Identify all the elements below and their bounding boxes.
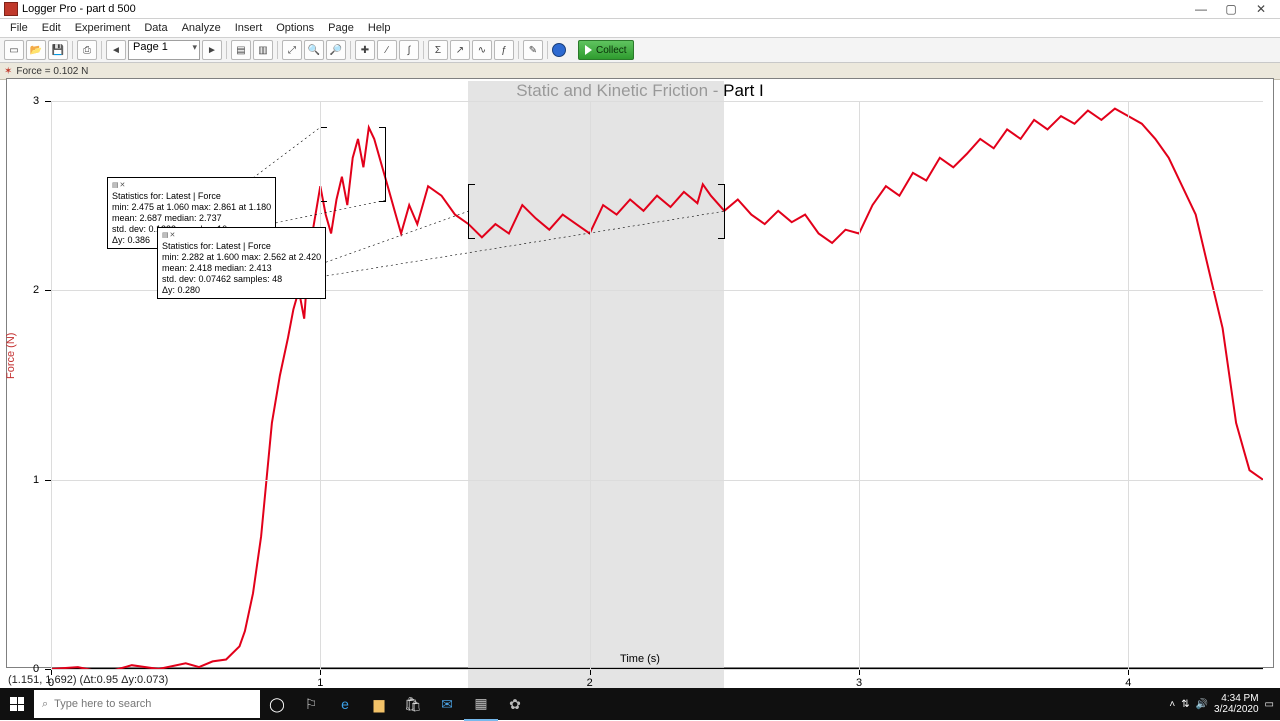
menu-page[interactable]: Page: [322, 22, 360, 34]
zoom-out-icon[interactable]: 🔎: [326, 40, 346, 60]
edge-icon[interactable]: e: [328, 688, 362, 720]
mail-icon[interactable]: ✉: [430, 688, 464, 720]
stats2-l3: std. dev: 0.07462 samples: 48: [162, 274, 321, 285]
store-run-icon[interactable]: ▥: [253, 40, 273, 60]
graph-panel[interactable]: Static and Kinetic Friction - Part I For…: [6, 78, 1274, 668]
stats-icon[interactable]: Σ: [428, 40, 448, 60]
store-icon[interactable]: 🛍: [396, 688, 430, 720]
draw-prediction-icon[interactable]: ✎: [523, 40, 543, 60]
tray-chevron-icon[interactable]: ˄: [1169, 699, 1175, 710]
task-view-icon[interactable]: ◯: [260, 688, 294, 720]
y-axis-label: Force (N): [5, 333, 17, 379]
stats2-l1: min: 2.282 at 1.600 max: 2.562 at 2.420: [162, 252, 321, 263]
stats1-icons: ▤ ✕: [112, 180, 271, 191]
tray-date: 3/24/2020: [1214, 704, 1259, 715]
data-browser-icon[interactable]: ▤: [231, 40, 251, 60]
sensor-status-icon: [552, 43, 566, 57]
start-button[interactable]: [0, 688, 34, 720]
toolbar: ▭ 📂 💾 ⎙ ◄ Page 1 ► ▤ ▥ ⤢ 🔍 🔎 ✚ ∕ ∫ Σ ↗ ∿…: [0, 38, 1280, 63]
zoom-in-icon[interactable]: 🔍: [304, 40, 324, 60]
range2-right-bracket[interactable]: [718, 184, 725, 239]
stats2-l2: mean: 2.418 median: 2.413: [162, 263, 321, 274]
tray-notifications-icon[interactable]: ▭: [1265, 699, 1274, 710]
stats2-header: Statistics for: Latest | Force: [162, 241, 321, 252]
menu-analyze[interactable]: Analyze: [176, 22, 227, 34]
cortana-icon[interactable]: ⚐: [294, 688, 328, 720]
coord-readout: (1.151, 1.692) (Δt:0.95 Δy:0.073): [8, 674, 168, 686]
minimize-button[interactable]: —: [1186, 2, 1216, 16]
maximize-button[interactable]: ▢: [1216, 2, 1246, 16]
autoscale-icon[interactable]: ⤢: [282, 40, 302, 60]
collect-label: Collect: [596, 45, 627, 56]
menu-data[interactable]: Data: [138, 22, 173, 34]
titlebar: Logger Pro - part d 500 — ▢ ✕: [0, 0, 1280, 19]
menu-edit[interactable]: Edit: [36, 22, 67, 34]
sensor-reading: Force = 0.102 N: [16, 66, 88, 77]
play-icon: [585, 45, 592, 55]
system-tray[interactable]: ˄ ⇅ 🔊 4:34 PM 3/24/2020 ▭: [1163, 693, 1280, 715]
page-selector[interactable]: Page 1: [128, 40, 200, 60]
curve-fit-icon[interactable]: ∿: [472, 40, 492, 60]
menu-insert[interactable]: Insert: [229, 22, 269, 34]
search-icon: ⌕: [42, 698, 48, 711]
model-icon[interactable]: ƒ: [494, 40, 514, 60]
loggerpro-taskbar-icon[interactable]: ▦: [464, 687, 498, 721]
integral-icon[interactable]: ∫: [399, 40, 419, 60]
open-icon[interactable]: 📂: [26, 40, 46, 60]
print-icon[interactable]: ⎙: [77, 40, 97, 60]
collect-button[interactable]: Collect: [578, 40, 634, 60]
menubar: File Edit Experiment Data Analyze Insert…: [0, 19, 1280, 38]
menu-file[interactable]: File: [4, 22, 34, 34]
menu-experiment[interactable]: Experiment: [69, 22, 137, 34]
taskbar: ⌕ Type here to search ◯ ⚐ e ▆ 🛍 ✉ ▦ ✿ ˄ …: [0, 688, 1280, 720]
window-title: Logger Pro - part d 500: [22, 3, 1186, 15]
stats1-l2: mean: 2.687 median: 2.737: [112, 213, 271, 224]
tray-clock[interactable]: 4:34 PM 3/24/2020: [1214, 693, 1259, 715]
x-axis-label: Time (s): [620, 653, 660, 665]
app-icon: [4, 2, 18, 16]
linear-fit-icon[interactable]: ↗: [450, 40, 470, 60]
save-icon[interactable]: 💾: [48, 40, 68, 60]
explorer-icon[interactable]: ▆: [362, 688, 396, 720]
stats1-header: Statistics for: Latest | Force: [112, 191, 271, 202]
range1-left-bracket[interactable]: [320, 127, 327, 202]
stats2-icons: ▤ ✕: [162, 230, 321, 241]
app-icon-2[interactable]: ✿: [498, 688, 532, 720]
prev-page-icon[interactable]: ◄: [106, 40, 126, 60]
taskbar-search[interactable]: ⌕ Type here to search: [34, 690, 260, 718]
stats2-l4: Δy: 0.280: [162, 285, 321, 296]
range2-left-bracket[interactable]: [468, 184, 475, 239]
next-page-icon[interactable]: ►: [202, 40, 222, 60]
menu-help[interactable]: Help: [362, 22, 397, 34]
stats1-l1: min: 2.475 at 1.060 max: 2.861 at 1.180: [112, 202, 271, 213]
search-placeholder: Type here to search: [54, 698, 151, 710]
stats-box-2[interactable]: ▤ ✕ Statistics for: Latest | Force min: …: [157, 227, 326, 299]
close-button[interactable]: ✕: [1246, 2, 1276, 16]
new-icon[interactable]: ▭: [4, 40, 24, 60]
tray-volume-icon[interactable]: 🔊: [1196, 699, 1208, 710]
menu-options[interactable]: Options: [270, 22, 320, 34]
sensor-icon: ✶: [4, 66, 12, 77]
range1-right-bracket[interactable]: [379, 127, 386, 202]
tray-network-icon[interactable]: ⇅: [1181, 699, 1189, 710]
tangent-icon[interactable]: ∕: [377, 40, 397, 60]
examine-icon[interactable]: ✚: [355, 40, 375, 60]
tray-time: 4:34 PM: [1214, 693, 1259, 704]
